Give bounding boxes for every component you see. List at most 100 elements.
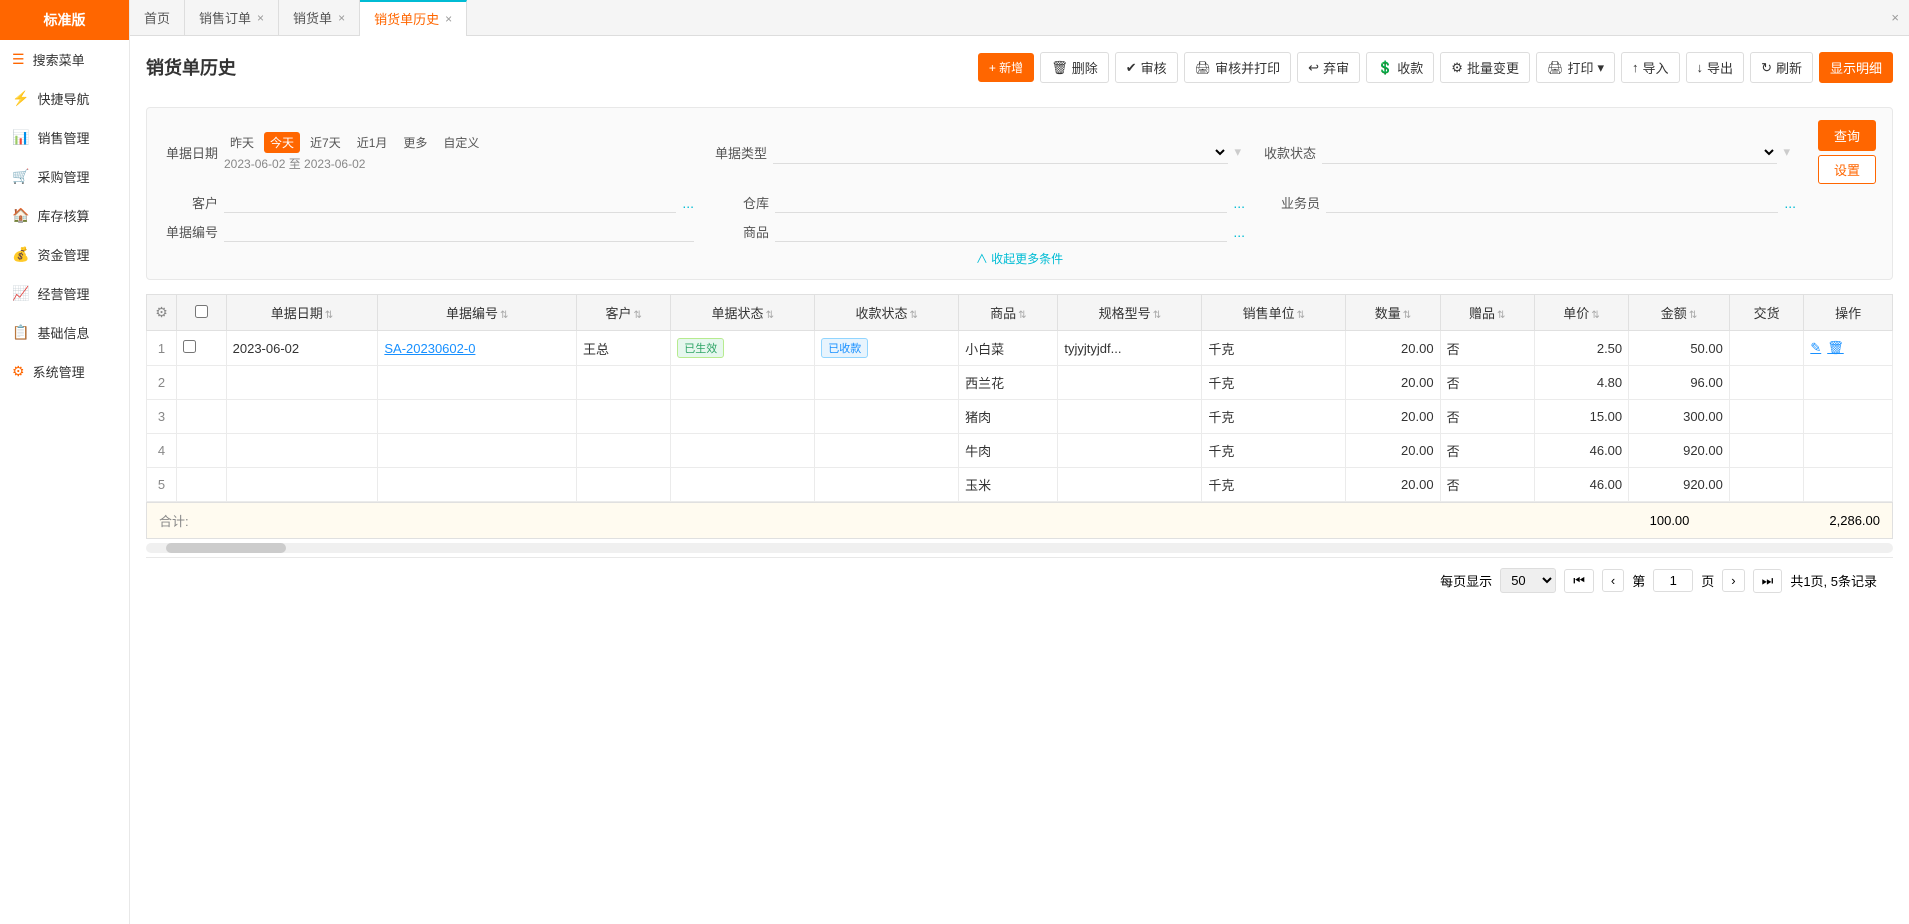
row-unit: 千克 [1202, 434, 1346, 468]
date-tag-yesterday[interactable]: 昨天 [224, 132, 260, 153]
export-button[interactable]: ↓ 导出 [1686, 52, 1745, 83]
abandon-button[interactable]: ↩ 弃审 [1297, 52, 1360, 83]
table-row: 2 西兰花 千克 20.00 否 4.80 96.00 [147, 366, 1893, 400]
collect-button[interactable]: 💲 收款 [1366, 52, 1434, 83]
goods-input[interactable] [775, 221, 1227, 242]
row-checkbox[interactable] [177, 331, 227, 366]
sidebar-item-quick-nav[interactable]: ⚡ 快捷导航 [0, 79, 129, 118]
doc-type-select[interactable] [773, 141, 1228, 164]
close-all-tabs[interactable]: × [1881, 10, 1909, 25]
row-price: 46.00 [1534, 434, 1628, 468]
batch-change-button[interactable]: ⚙ 批量变更 [1440, 52, 1530, 83]
sidebar-item-operations[interactable]: 📈 经营管理 [0, 274, 129, 313]
row-select[interactable] [183, 340, 196, 353]
row-unit: 千克 [1202, 400, 1346, 434]
row-price: 46.00 [1534, 468, 1628, 502]
col-gift[interactable]: 赠品⇅ [1440, 295, 1534, 331]
row-checkbox[interactable] [177, 468, 227, 502]
tab-home[interactable]: 首页 [130, 0, 185, 36]
col-unit[interactable]: 销售单位⇅ [1202, 295, 1346, 331]
sidebar-item-purchase-mgmt[interactable]: 🛒 采购管理 [0, 157, 129, 196]
collect-status-select[interactable] [1322, 141, 1777, 164]
delete-row-btn[interactable]: 🗑 [1827, 340, 1844, 355]
audit-button[interactable]: ✔ 审核 [1115, 52, 1178, 83]
sidebar-item-search-menu[interactable]: ☰ 搜索菜单 [0, 40, 129, 79]
tab-sales-delivery[interactable]: 销货单 × [279, 0, 360, 36]
col-goods[interactable]: 商品⇅ [959, 295, 1058, 331]
col-date[interactable]: 单据日期⇅ [226, 295, 378, 331]
scrollbar-thumb[interactable] [166, 543, 286, 553]
table-row: 3 猪肉 千克 20.00 否 15.00 300.00 [147, 400, 1893, 434]
edit-btn[interactable]: ✎ [1810, 340, 1821, 355]
tab-sales-delivery-close[interactable]: × [338, 11, 345, 25]
col-collect-status[interactable]: 收款状态⇅ [815, 295, 959, 331]
row-unit: 千克 [1202, 331, 1346, 366]
customer-ellipsis[interactable]: ... [682, 195, 694, 211]
col-checkbox[interactable] [177, 295, 227, 331]
set-button[interactable]: 设置 [1818, 155, 1876, 184]
col-price[interactable]: 单价⇅ [1534, 295, 1628, 331]
col-doc-status[interactable]: 单据状态⇅ [671, 295, 815, 331]
first-page-btn[interactable]: ⏮ [1564, 569, 1594, 593]
page-number-input[interactable] [1653, 569, 1693, 592]
customer-input[interactable] [224, 192, 676, 213]
amount-sort-icon: ⇅ [1689, 310, 1697, 321]
tab-sales-history[interactable]: 销货单历史 × [360, 0, 467, 36]
row-customer [577, 434, 671, 468]
row-ops [1804, 434, 1893, 468]
last-page-btn[interactable]: ⏭ [1753, 569, 1783, 593]
show-detail-button[interactable]: 显示明细 [1819, 52, 1893, 83]
date-tag-custom[interactable]: 自定义 [437, 132, 485, 153]
tab-sales-order[interactable]: 销售订单 × [185, 0, 279, 36]
import-button[interactable]: ↑ 导入 [1621, 52, 1680, 83]
doc-no-input[interactable] [224, 221, 694, 242]
staff-input[interactable] [1326, 192, 1778, 213]
delete-button[interactable]: 🗑 删除 [1040, 52, 1109, 83]
row-checkbox[interactable] [177, 366, 227, 400]
tab-sales-history-close[interactable]: × [445, 12, 452, 26]
staff-ellipsis[interactable]: ... [1784, 195, 1796, 211]
col-spec[interactable]: 规格型号⇅ [1058, 295, 1202, 331]
warehouse-ellipsis[interactable]: ... [1233, 195, 1245, 211]
query-button[interactable]: 查询 [1818, 120, 1876, 151]
audit-print-button[interactable]: 🖨 审核并打印 [1184, 52, 1292, 83]
row-checkbox[interactable] [177, 400, 227, 434]
horizontal-scrollbar[interactable] [146, 543, 1893, 553]
date-sort-icon: ⇅ [325, 310, 333, 321]
col-customer[interactable]: 客户⇅ [577, 295, 671, 331]
date-tag-1month[interactable]: 近1月 [351, 132, 394, 153]
doc-no-link[interactable]: SA-20230602-0 [384, 341, 475, 356]
row-date [226, 366, 378, 400]
prev-page-btn[interactable]: ‹ [1602, 569, 1624, 592]
sidebar-item-sales-mgmt[interactable]: 📊 销售管理 [0, 118, 129, 157]
row-customer [577, 468, 671, 502]
tab-sales-delivery-label: 销货单 [293, 8, 332, 27]
sidebar-item-label: 采购管理 [37, 167, 89, 186]
sidebar-item-inventory[interactable]: 🏠 库存核算 [0, 196, 129, 235]
sidebar-item-finance[interactable]: 💰 资金管理 [0, 235, 129, 274]
refresh-button[interactable]: ↻ 刷新 [1750, 52, 1813, 83]
col-qty[interactable]: 数量⇅ [1346, 295, 1440, 331]
collapse-filter-btn[interactable]: ∧ 收起更多条件 [163, 250, 1876, 267]
col-amount[interactable]: 金额⇅ [1629, 295, 1730, 331]
col-settings[interactable]: ⚙ [147, 295, 177, 331]
warehouse-input[interactable] [775, 192, 1227, 213]
col-delivery[interactable]: 交货 [1729, 295, 1803, 331]
row-checkbox[interactable] [177, 434, 227, 468]
page-size-select[interactable]: 50 100 200 [1500, 568, 1556, 593]
new-button[interactable]: + 新增 [978, 53, 1034, 82]
row-date: 2023-06-02 [226, 331, 378, 366]
col-doc-no[interactable]: 单据编号⇅ [378, 295, 577, 331]
next-page-btn[interactable]: › [1722, 569, 1744, 592]
sidebar-item-system-mgmt[interactable]: ⚙ 系统管理 [0, 352, 129, 391]
date-tag-more[interactable]: 更多 [397, 132, 433, 153]
row-doc-status [671, 434, 815, 468]
table-row: 1 2023-06-02 SA-20230602-0 王总 已生效 已收款 小白… [147, 331, 1893, 366]
print-button[interactable]: 🖨 打印 ▾ [1536, 52, 1615, 83]
date-tag-7days[interactable]: 近7天 [304, 132, 347, 153]
tab-sales-order-close[interactable]: × [257, 11, 264, 25]
goods-ellipsis[interactable]: ... [1233, 224, 1245, 240]
sidebar-item-basic-info[interactable]: 📋 基础信息 [0, 313, 129, 352]
select-all-checkbox[interactable] [195, 305, 208, 318]
date-tag-today[interactable]: 今天 [264, 132, 300, 153]
